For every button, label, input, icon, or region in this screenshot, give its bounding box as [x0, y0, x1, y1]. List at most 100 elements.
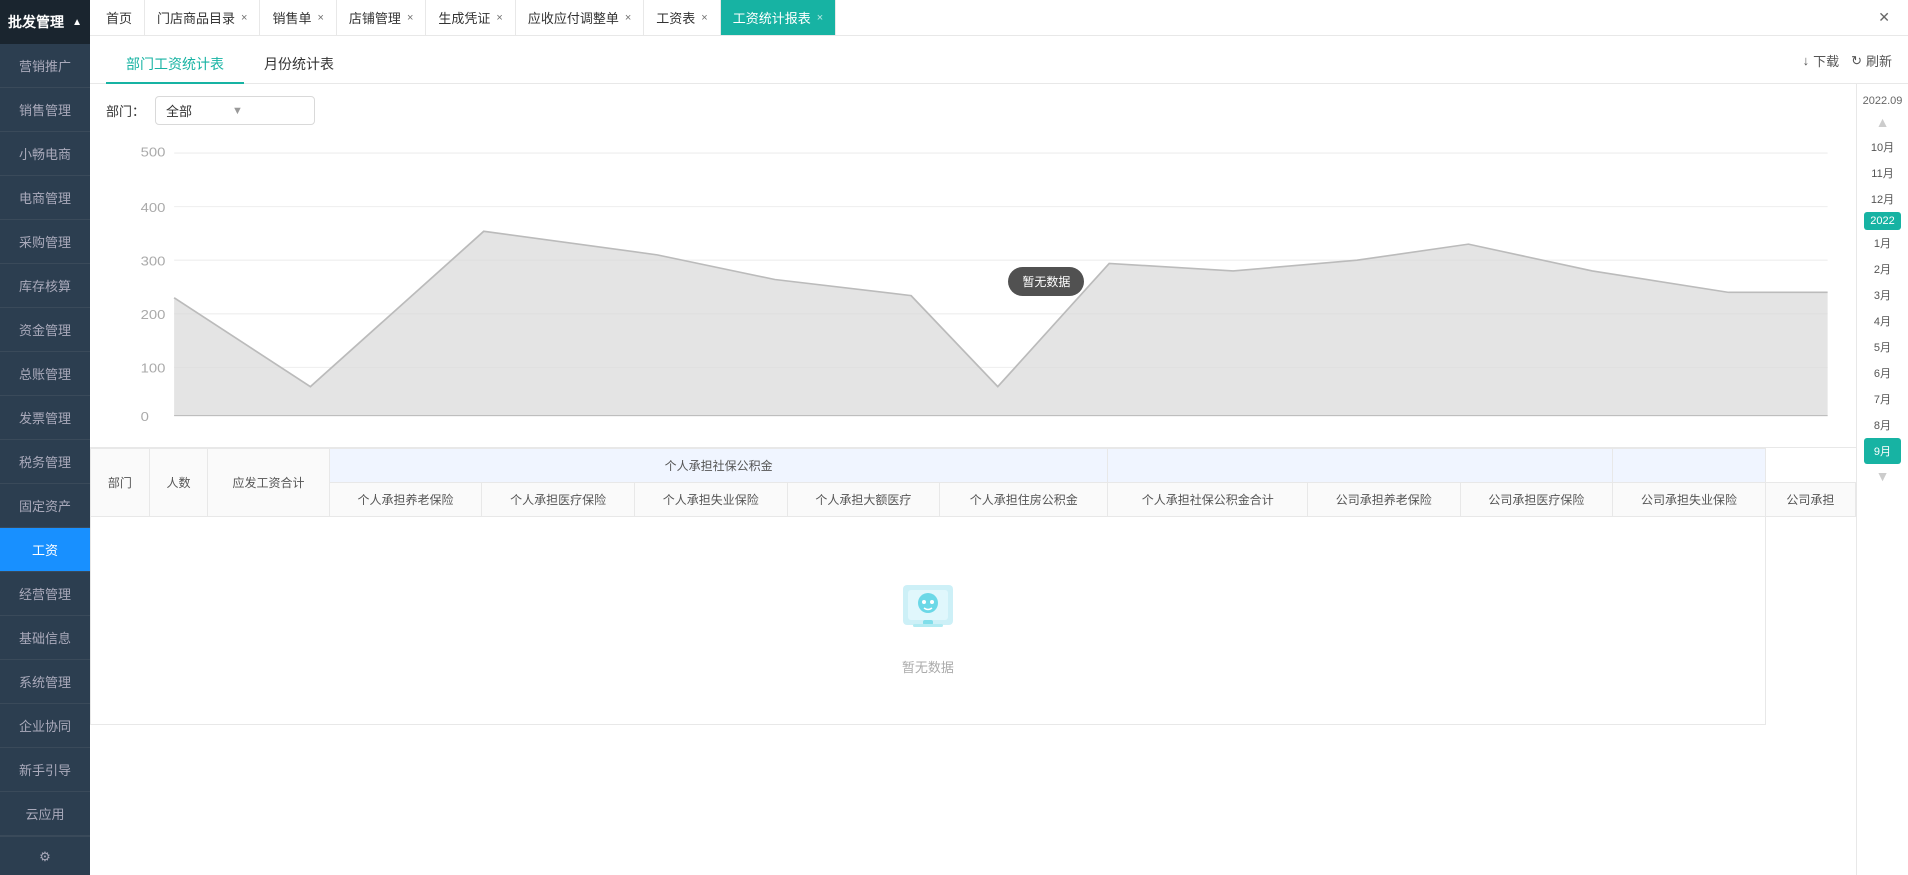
tab-monthly-label: 月份统计表 — [264, 56, 334, 72]
timeline-up-arrow[interactable]: ▲ — [1872, 110, 1894, 134]
sidebar-item-电商管理[interactable]: 电商管理 — [0, 176, 90, 220]
th-个人承担医疗保险: 个人承担医疗保险 — [482, 483, 635, 517]
tab-店铺管理[interactable]: 店铺管理 × — [337, 0, 426, 36]
empty-text: 暂无数据 — [902, 657, 954, 676]
sidebar-item-工资[interactable]: 工资 — [0, 528, 90, 572]
tab-monthly-stats[interactable]: 月份统计表 — [244, 46, 354, 84]
tab-label: 首页 — [106, 8, 132, 27]
svg-text:100: 100 — [141, 361, 166, 376]
table-empty-cell: 暂无数据 — [91, 517, 1766, 725]
th-公司承担医疗保险: 公司承担医疗保险 — [1460, 483, 1613, 517]
tab-label: 应收应付调整单 — [528, 8, 619, 27]
timeline-item-6月[interactable]: 6月 — [1864, 360, 1900, 386]
filter-dept-label: 部门： — [106, 101, 145, 120]
tab-销售单[interactable]: 销售单× — [260, 0, 336, 36]
th-公司承担: 公司承担 — [1765, 483, 1855, 517]
tab-close-icon[interactable]: × — [317, 12, 323, 24]
sidebar-item-经营管理[interactable]: 经营管理 — [0, 572, 90, 616]
sidebar-item-发票管理[interactable]: 发票管理 — [0, 396, 90, 440]
tab-工资表[interactable]: 工资表× — [644, 0, 720, 36]
svg-text:400: 400 — [141, 200, 166, 215]
th-personal-insurance: 个人承担社保公积金 — [329, 449, 1108, 483]
tab-首页[interactable]: 首页 — [94, 0, 145, 36]
sidebar-title[interactable]: 批发管理 ▲ — [0, 0, 90, 44]
tab-close-icon[interactable]: × — [625, 12, 631, 24]
tab-close-icon[interactable]: × — [701, 12, 707, 24]
table-section[interactable]: 部门 人数 应发工资合计 个人承担社保公积金 个人承担养老保险个人承担医疗保险个… — [90, 447, 1856, 875]
tab-label: 店铺管理 — [349, 8, 401, 27]
timeline-item-2月[interactable]: 2月 — [1864, 256, 1900, 282]
sidebar-item-税务管理[interactable]: 税务管理 — [0, 440, 90, 484]
dept-select[interactable]: 全部 ▼ — [155, 96, 315, 125]
sidebar-item-企业协同[interactable]: 企业协同 — [0, 704, 90, 748]
svg-text:0: 0 — [141, 409, 150, 424]
tab-工资统计报表[interactable]: 工资统计报表× — [721, 0, 836, 36]
sidebar-item-总账管理[interactable]: 总账管理 — [0, 352, 90, 396]
sidebar-item-系统管理[interactable]: 系统管理 — [0, 660, 90, 704]
settings-icon: ⚙ — [39, 849, 51, 864]
sidebar: 批发管理 ▲ 营销推广销售管理小畅电商电商管理采购管理库存核算资金管理总账管理发… — [0, 0, 90, 875]
tab-close-icon[interactable]: × — [407, 12, 413, 24]
tab-close-icon[interactable]: × — [817, 12, 823, 24]
svg-text:200: 200 — [141, 307, 166, 322]
timeline-item-2022[interactable]: 2022 — [1864, 212, 1900, 230]
timeline-item-5月[interactable]: 5月 — [1864, 334, 1900, 360]
timeline-item-7月[interactable]: 7月 — [1864, 386, 1900, 412]
timeline-item-9月[interactable]: 9月 — [1864, 438, 1900, 464]
timeline-months: 10月11月12月20221月2月3月4月5月6月7月8月9月 — [1864, 134, 1900, 464]
refresh-label: 刷新 — [1866, 51, 1892, 70]
timeline-down-arrow[interactable]: ▼ — [1872, 464, 1894, 488]
svg-text:500: 500 — [141, 144, 166, 159]
th-dept: 部门 — [91, 449, 150, 517]
tab-department-stats[interactable]: 部门工资统计表 — [106, 46, 244, 84]
th-people: 人数 — [149, 449, 208, 517]
th-company-insurance — [1108, 449, 1613, 483]
tab-close-icon[interactable]: × — [496, 12, 502, 24]
th-个人承担失业保险: 个人承担失业保险 — [634, 483, 787, 517]
filter-bar: 部门： 全部 ▼ — [90, 84, 1856, 137]
close-all-button[interactable]: ✕ — [1872, 7, 1896, 28]
content-main: 部门： 全部 ▼ 500 400 300 200 100 0 — [90, 84, 1856, 875]
sidebar-item-基础信息[interactable]: 基础信息 — [0, 616, 90, 660]
sidebar-item-云应用[interactable]: 云应用 — [0, 792, 90, 836]
th-extra — [1613, 449, 1766, 483]
tab-close-icon[interactable]: × — [241, 12, 247, 24]
tab-生成凭证[interactable]: 生成凭证 × — [426, 0, 515, 36]
timeline-item-8月[interactable]: 8月 — [1864, 412, 1900, 438]
sidebar-item-小畅电商[interactable]: 小畅电商 — [0, 132, 90, 176]
tab-department-label: 部门工资统计表 — [126, 56, 224, 72]
svg-text:300: 300 — [141, 254, 166, 269]
th-个人承担大额医疗: 个人承担大额医疗 — [787, 483, 940, 517]
sidebar-item-库存核算[interactable]: 库存核算 — [0, 264, 90, 308]
sidebar-item-营销推广[interactable]: 营销推广 — [0, 44, 90, 88]
chevron-down-icon: ▼ — [232, 105, 243, 117]
tab-门店商品目录[interactable]: 门店商品目录× — [145, 0, 260, 36]
data-table: 部门 人数 应发工资合计 个人承担社保公积金 个人承担养老保险个人承担医疗保险个… — [90, 448, 1856, 725]
sidebar-item-资金管理[interactable]: 资金管理 — [0, 308, 90, 352]
tab-bar-end: ✕ — [1872, 7, 1904, 28]
tab-应收应付调整单[interactable]: 应收应付调整单 × — [516, 0, 644, 36]
timeline-current-date[interactable]: 2022.09 — [1859, 92, 1907, 110]
chart-area: 500 400 300 200 100 0 — [90, 137, 1856, 447]
sidebar-settings[interactable]: ⚙ — [0, 836, 90, 875]
download-button[interactable]: ↓ 下载 — [1803, 51, 1840, 70]
sidebar-item-新手引导[interactable]: 新手引导 — [0, 748, 90, 792]
sidebar-item-销售管理[interactable]: 销售管理 — [0, 88, 90, 132]
tab-label: 生成凭证 — [438, 8, 490, 27]
timeline-item-3月[interactable]: 3月 — [1864, 282, 1900, 308]
timeline-item-4月[interactable]: 4月 — [1864, 308, 1900, 334]
timeline-item-11月[interactable]: 11月 — [1864, 160, 1900, 186]
timeline-item-10月[interactable]: 10月 — [1864, 134, 1900, 160]
sub-tab-bar: 部门工资统计表 月份统计表 ↓ 下载 ↻ 刷新 — [90, 36, 1908, 84]
empty-icon — [888, 565, 968, 645]
empty-state: 暂无数据 — [101, 525, 1755, 716]
timeline-item-12月[interactable]: 12月 — [1864, 186, 1900, 212]
sidebar-items: 营销推广销售管理小畅电商电商管理采购管理库存核算资金管理总账管理发票管理税务管理… — [0, 44, 90, 836]
th-个人承担住房公积金: 个人承担住房公积金 — [940, 483, 1108, 517]
timeline-item-1月[interactable]: 1月 — [1864, 230, 1900, 256]
chart-svg: 500 400 300 200 100 0 — [106, 137, 1840, 437]
sidebar-item-固定资产[interactable]: 固定资产 — [0, 484, 90, 528]
refresh-button[interactable]: ↻ 刷新 — [1851, 51, 1892, 70]
sidebar-item-采购管理[interactable]: 采购管理 — [0, 220, 90, 264]
toolbar-actions: ↓ 下载 ↻ 刷新 — [1803, 51, 1892, 78]
